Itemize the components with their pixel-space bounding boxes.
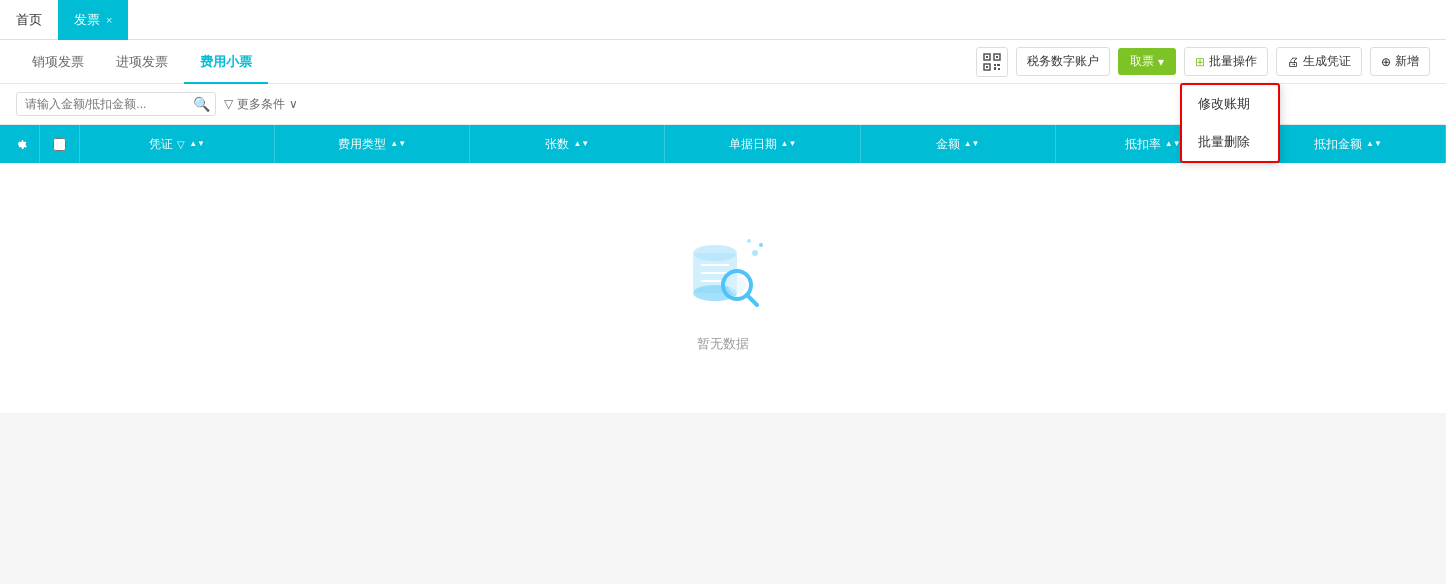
qr-scan-button[interactable] bbox=[976, 47, 1008, 77]
generate-voucher-button[interactable]: 🖨 生成凭证 bbox=[1276, 47, 1362, 76]
more-filter-chevron-icon: ∨ bbox=[289, 97, 298, 111]
close-tab-icon[interactable]: × bbox=[106, 14, 112, 26]
svg-rect-8 bbox=[994, 67, 996, 70]
batch-dropdown-menu: 修改账期 批量删除 bbox=[1180, 83, 1280, 163]
th-deduction-amount[interactable]: 抵扣金额 ▲▼ bbox=[1251, 125, 1446, 163]
add-icon: ⊕ bbox=[1381, 55, 1391, 69]
th-voucher-filter-icon: ▽ bbox=[177, 139, 185, 150]
invoice-tab[interactable]: 发票 × bbox=[58, 0, 128, 40]
th-voucher[interactable]: 凭证 ▽ ▲▼ bbox=[80, 125, 275, 163]
batch-operation-button[interactable]: ⊞ 批量操作 bbox=[1184, 47, 1268, 76]
batch-icon: ⊞ bbox=[1195, 55, 1205, 69]
th-count-label: 张数 bbox=[545, 136, 569, 153]
invoice-table: 凭证 ▽ ▲▼ 费用类型 ▲▼ 张数 ▲▼ 单据日期 ▲▼ 金额 ▲▼ 抵扣率 … bbox=[0, 125, 1446, 413]
tax-account-button[interactable]: 税务数字账户 bbox=[1016, 47, 1110, 76]
take-bill-label: 取票 bbox=[1130, 53, 1154, 70]
th-deduction-rate-label: 抵扣率 bbox=[1125, 136, 1161, 153]
svg-point-19 bbox=[752, 250, 758, 256]
settings-gear-col[interactable] bbox=[0, 125, 40, 163]
svg-rect-7 bbox=[997, 64, 1000, 66]
svg-point-20 bbox=[759, 243, 763, 247]
take-bill-chevron-icon: ▾ bbox=[1158, 55, 1164, 69]
search-input-wrap: 🔍 bbox=[16, 92, 216, 116]
th-amount[interactable]: 金额 ▲▼ bbox=[861, 125, 1056, 163]
top-nav: 首页 发票 × bbox=[0, 0, 1446, 40]
home-nav-item[interactable]: 首页 bbox=[0, 11, 58, 29]
empty-state-text: 暂无数据 bbox=[697, 335, 749, 353]
add-new-button[interactable]: ⊕ 新增 bbox=[1370, 47, 1430, 76]
th-deduction-rate-sort-icon: ▲▼ bbox=[1165, 140, 1181, 148]
filter-icon: ▽ bbox=[224, 97, 233, 111]
gen-voucher-icon: 🖨 bbox=[1287, 55, 1299, 69]
th-amount-sort-icon: ▲▼ bbox=[964, 140, 980, 148]
th-deduction-amount-label: 抵扣金额 bbox=[1314, 136, 1362, 153]
gen-voucher-label: 生成凭证 bbox=[1303, 53, 1351, 70]
batch-delete-menu-item[interactable]: 批量删除 bbox=[1182, 123, 1278, 161]
batch-operation-label: 批量操作 bbox=[1209, 53, 1257, 70]
th-expense-type[interactable]: 费用类型 ▲▼ bbox=[275, 125, 470, 163]
select-all-checkbox[interactable] bbox=[53, 138, 66, 151]
th-date-sort-icon: ▲▼ bbox=[781, 140, 797, 148]
th-amount-label: 金额 bbox=[936, 136, 960, 153]
svg-rect-6 bbox=[994, 64, 996, 66]
th-expense-type-sort-icon: ▲▼ bbox=[390, 140, 406, 148]
search-icon[interactable]: 🔍 bbox=[193, 96, 210, 112]
th-expense-type-label: 费用类型 bbox=[338, 136, 386, 153]
sub-nav: 销项发票 进项发票 费用小票 税务数字账户 bbox=[0, 40, 1446, 84]
search-input[interactable] bbox=[16, 92, 216, 116]
sub-nav-label-expense: 费用小票 bbox=[200, 53, 252, 71]
take-bill-button[interactable]: 取票 ▾ bbox=[1118, 48, 1176, 75]
svg-rect-3 bbox=[996, 56, 998, 58]
sub-nav-item-expense-receipt[interactable]: 费用小票 bbox=[184, 40, 268, 84]
qr-icon bbox=[983, 53, 1001, 71]
svg-rect-1 bbox=[986, 56, 988, 58]
modify-period-menu-item[interactable]: 修改账期 bbox=[1182, 85, 1278, 123]
toolbar-right: 税务数字账户 取票 ▾ ⊞ 批量操作 修改账期 批量删除 🖨 生成凭证 ⊕ 新增 bbox=[976, 47, 1430, 77]
settings-gear-icon bbox=[12, 136, 28, 152]
th-count[interactable]: 张数 ▲▼ bbox=[470, 125, 665, 163]
th-voucher-label: 凭证 bbox=[149, 136, 173, 153]
more-filter-button[interactable]: ▽ 更多条件 ∨ bbox=[224, 96, 298, 113]
th-count-sort-icon: ▲▼ bbox=[573, 140, 589, 148]
th-date[interactable]: 单据日期 ▲▼ bbox=[665, 125, 860, 163]
tax-account-label: 税务数字账户 bbox=[1027, 54, 1099, 68]
th-voucher-sort-icon: ▲▼ bbox=[189, 140, 205, 148]
empty-state-illustration bbox=[673, 223, 773, 323]
svg-rect-9 bbox=[998, 68, 1000, 70]
toolbar-left: 🔍 ▽ 更多条件 ∨ bbox=[16, 92, 298, 116]
sub-nav-item-purchase-invoice[interactable]: 进项发票 bbox=[100, 40, 184, 84]
svg-point-17 bbox=[728, 276, 746, 294]
sub-nav-item-sales-invoice[interactable]: 销项发票 bbox=[16, 40, 100, 84]
select-all-col[interactable] bbox=[40, 125, 80, 163]
th-date-label: 单据日期 bbox=[729, 136, 777, 153]
svg-point-21 bbox=[747, 239, 751, 243]
invoice-tab-label: 发票 bbox=[74, 11, 100, 29]
more-filter-label: 更多条件 bbox=[237, 96, 285, 113]
add-new-label: 新增 bbox=[1395, 53, 1419, 70]
empty-state: 暂无数据 bbox=[0, 163, 1446, 413]
svg-rect-5 bbox=[986, 66, 988, 68]
sub-nav-label-purchase: 进项发票 bbox=[116, 53, 168, 71]
svg-line-18 bbox=[747, 295, 757, 305]
sub-nav-label-sales: 销项发票 bbox=[32, 53, 84, 71]
th-deduction-amount-sort-icon: ▲▼ bbox=[1366, 140, 1382, 148]
